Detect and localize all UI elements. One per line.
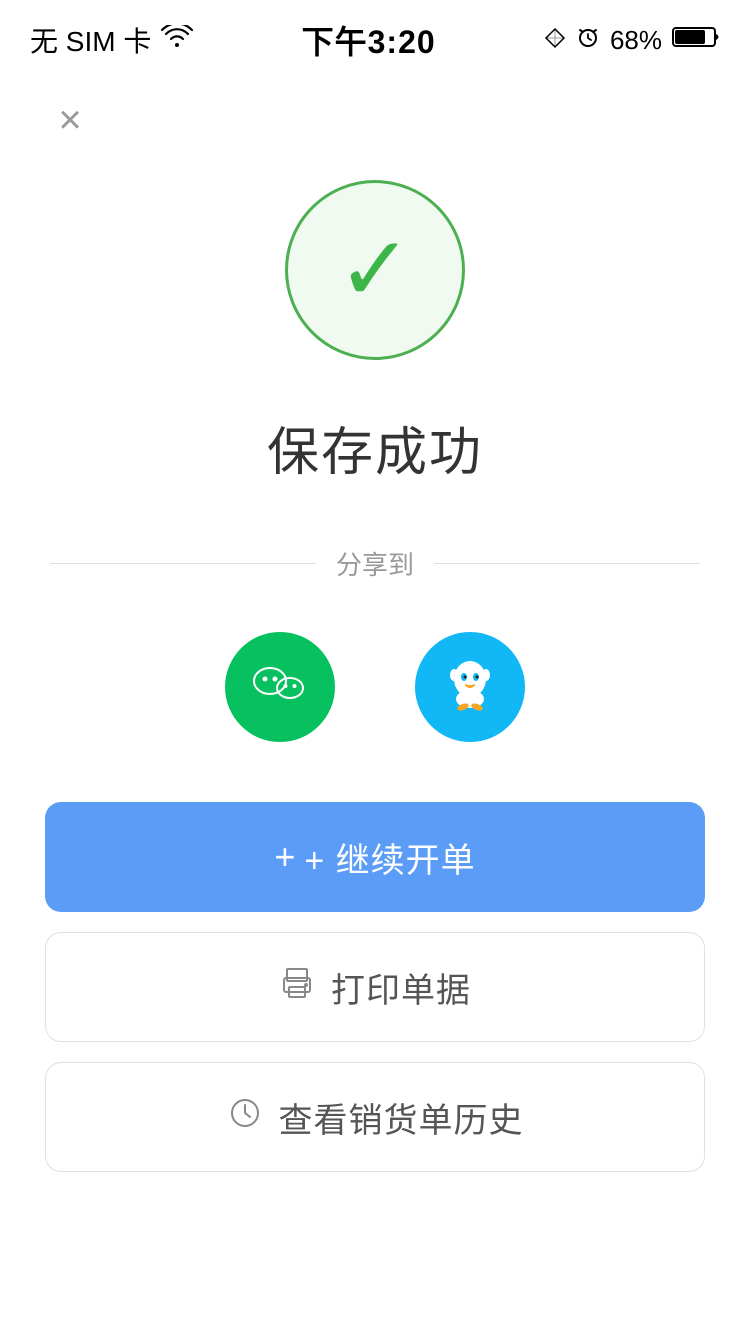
battery-text: 68% (610, 25, 662, 56)
close-button[interactable]: × (40, 90, 100, 150)
history-button[interactable]: 查看销货单历史 (45, 1062, 705, 1172)
history-icon (227, 1095, 263, 1140)
qq-logo-icon (436, 653, 504, 721)
alarm-icon (576, 25, 600, 56)
continue-button[interactable]: + + 继续开单 (45, 802, 705, 912)
share-icons (225, 632, 525, 742)
print-icon (279, 965, 315, 1010)
continue-label: + 继续开单 (304, 833, 475, 882)
success-circle: ✓ (285, 180, 465, 360)
success-title: 保存成功 (267, 410, 483, 485)
share-section: 分享到 (0, 545, 750, 742)
main-content: ✓ 保存成功 分享到 (0, 80, 750, 1172)
continue-plus-icon: + (274, 836, 296, 878)
close-icon: × (58, 100, 81, 140)
status-left: 无 SIM 卡 (30, 20, 193, 60)
status-right: 68% (544, 25, 720, 56)
share-label: 分享到 (316, 545, 434, 582)
qq-share-button[interactable] (415, 632, 525, 742)
history-label: 查看销货单历史 (279, 1093, 524, 1142)
divider-left (50, 563, 316, 564)
divider-right (434, 563, 700, 564)
wifi-icon (161, 24, 193, 56)
status-bar: 无 SIM 卡 下午3:20 68% (0, 0, 750, 80)
status-time: 下午3:20 (302, 17, 436, 63)
checkmark-icon: ✓ (337, 225, 412, 315)
battery-icon (672, 25, 720, 56)
share-divider: 分享到 (0, 545, 750, 582)
wechat-share-button[interactable] (225, 632, 335, 742)
location-icon (544, 25, 566, 56)
print-label: 打印单据 (331, 963, 471, 1012)
wechat-logo-icon (246, 653, 314, 721)
action-buttons: + + 继续开单 打印单据 查看销货单历 (45, 802, 705, 1172)
no-sim-text: 无 SIM 卡 (30, 20, 151, 60)
print-button[interactable]: 打印单据 (45, 932, 705, 1042)
